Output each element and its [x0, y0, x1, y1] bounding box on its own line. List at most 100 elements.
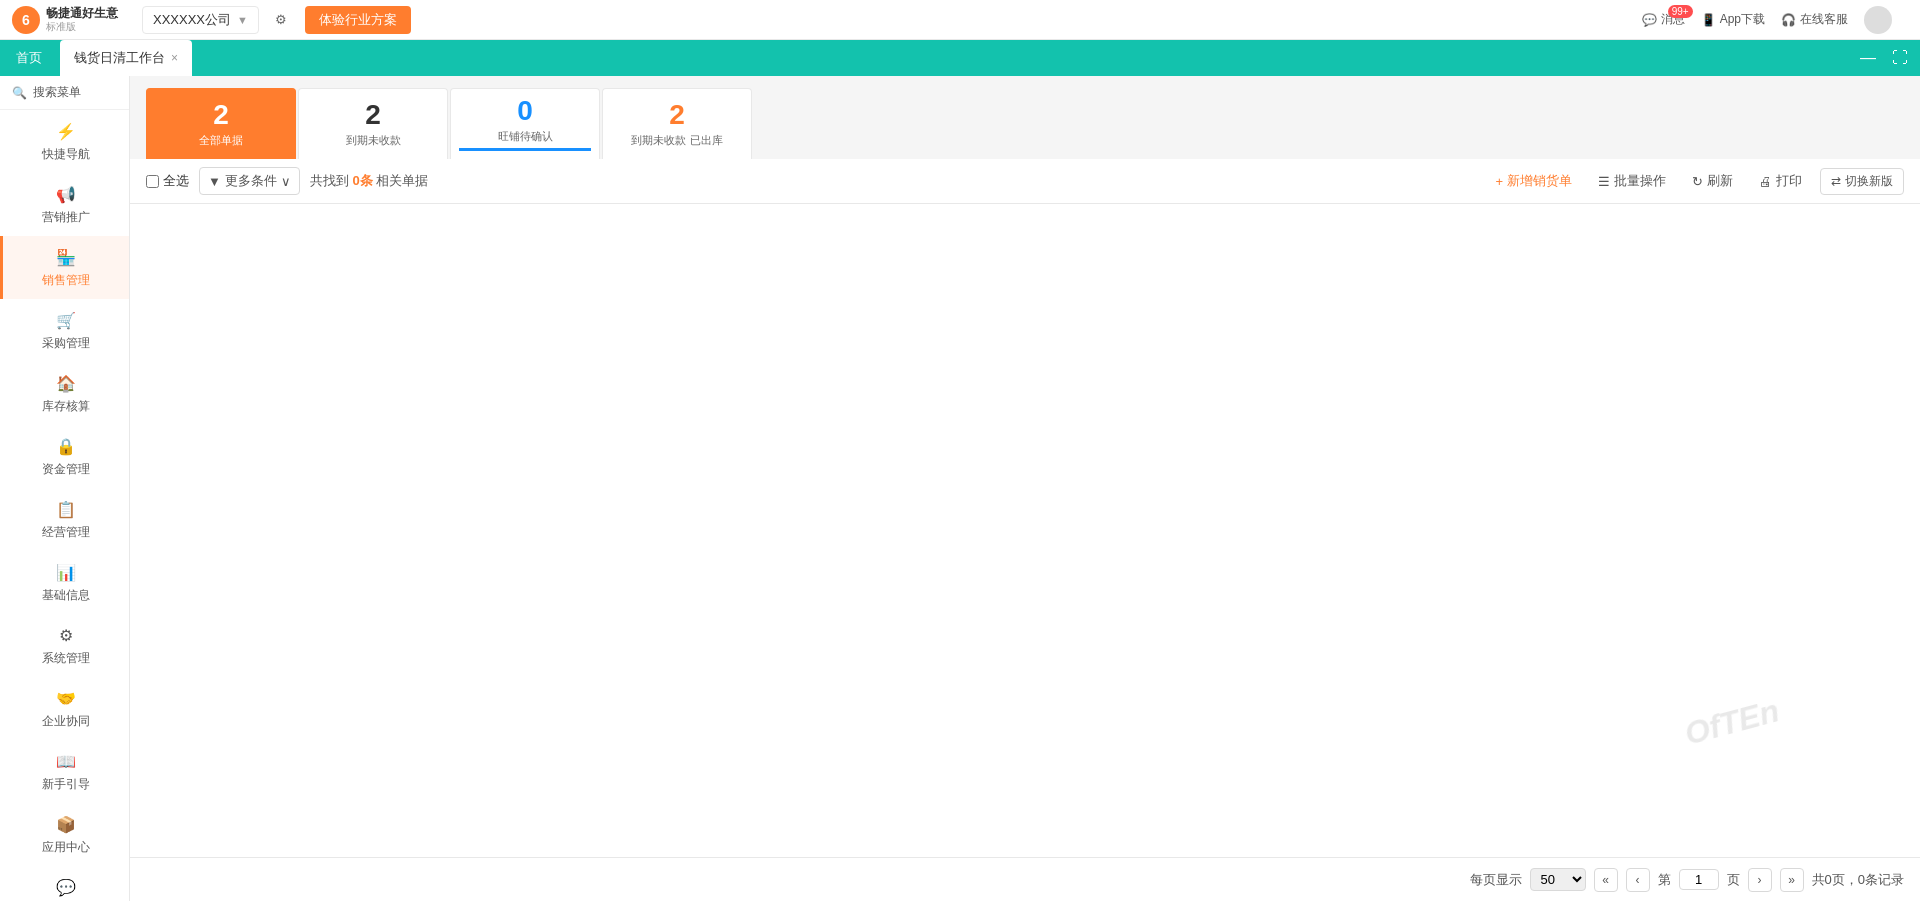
print-icon: 🖨: [1759, 174, 1772, 189]
sidebar-item-enterprise[interactable]: 🤝 企业协同: [0, 677, 129, 740]
logo-subtitle: 标准版: [46, 21, 118, 33]
first-page-btn[interactable]: «: [1594, 868, 1618, 892]
switch-label: 切换新版: [1845, 173, 1893, 190]
batch-icon: ☰: [1598, 174, 1610, 189]
settings-icon[interactable]: ⚙: [267, 6, 295, 34]
batch-label: 批量操作: [1614, 172, 1666, 190]
toolbar: 全选 ▼ 更多条件 ∨ 共找到 0条 相关单据 + 新增销货单: [130, 159, 1920, 204]
new-sale-btn[interactable]: + 新增销货单: [1487, 168, 1580, 194]
filter-icon: ▼: [208, 174, 221, 189]
avatar[interactable]: [1864, 6, 1892, 34]
sidebar-item-business[interactable]: 📋 经营管理: [0, 488, 129, 551]
found-text: 共找到 0条 相关单据: [310, 172, 428, 190]
app-download-label: App下载: [1720, 11, 1765, 28]
online-service-label: 在线客服: [1800, 11, 1848, 28]
tab-bar-right: — ⛶: [1856, 46, 1920, 70]
tab-home[interactable]: 首页: [0, 40, 58, 76]
sidebar-label-system: 系统管理: [42, 650, 90, 667]
stat-label-overdue-out: 到期未收款 已出库: [631, 133, 722, 148]
search-label: 搜索菜单: [33, 84, 81, 101]
wechat-icon: 💬: [55, 876, 77, 898]
logo-icon: 6: [12, 6, 40, 34]
sidebar: 🔍 搜索菜单 ⚡ 快捷导航 📢 营销推广 🏪 销售管理 🛒 采购管理 🏠 库存核…: [0, 76, 130, 901]
total-info: 共0页，0条记录: [1812, 871, 1904, 889]
di-word: 第: [1658, 871, 1671, 889]
toolbar-left: 全选 ▼ 更多条件 ∨ 共找到 0条 相关单据: [146, 167, 428, 195]
next-page-btn[interactable]: ›: [1748, 868, 1772, 892]
sidebar-label-basic-info: 基础信息: [42, 587, 90, 604]
quick-nav-icon: ⚡: [55, 120, 77, 142]
select-all-label: 全选: [163, 172, 189, 190]
batch-btn[interactable]: ☰ 批量操作: [1590, 168, 1674, 194]
sidebar-item-guide[interactable]: 📖 新手引导: [0, 740, 129, 803]
stats-tabs: 2 全部单据 2 到期未收款 0 旺铺待确认 2 到期未收款 已出库: [130, 76, 1920, 159]
sidebar-item-inventory[interactable]: 🏠 库存核算: [0, 362, 129, 425]
found-prefix: 共找到: [310, 173, 349, 188]
tab-maximize-icon[interactable]: ⛶: [1888, 46, 1912, 70]
stat-num-overdue: 2: [365, 101, 381, 129]
basic-info-icon: 📊: [55, 561, 77, 583]
switch-new-btn[interactable]: ⇄ 切换新版: [1820, 168, 1904, 195]
print-btn[interactable]: 🖨 打印: [1751, 168, 1810, 194]
tab-minimize-icon[interactable]: —: [1856, 46, 1880, 70]
stat-tab-overdue-out[interactable]: 2 到期未收款 已出库: [602, 88, 752, 159]
messages-item[interactable]: 💬 消息 99+: [1642, 11, 1685, 28]
stat-tab-overdue[interactable]: 2 到期未收款: [298, 88, 448, 159]
company-selector[interactable]: XXXXXX公司 ▼: [142, 6, 259, 34]
business-icon: 📋: [55, 498, 77, 520]
stat-tab-all[interactable]: 2 全部单据: [146, 88, 296, 159]
tab-active-label: 钱货日清工作台: [74, 49, 165, 67]
tab-active[interactable]: 钱货日清工作台 ×: [60, 40, 192, 76]
main-layout: 🔍 搜索菜单 ⚡ 快捷导航 📢 营销推广 🏪 销售管理 🛒 采购管理 🏠 库存核…: [0, 76, 1920, 901]
filter-button[interactable]: ▼ 更多条件 ∨: [199, 167, 300, 195]
new-sale-icon: +: [1495, 174, 1503, 189]
sidebar-item-purchase[interactable]: 🛒 采购管理: [0, 299, 129, 362]
sidebar-item-funds[interactable]: 🔒 资金管理: [0, 425, 129, 488]
page-number-input[interactable]: [1679, 869, 1719, 890]
sidebar-label-sales: 销售管理: [42, 272, 90, 289]
sidebar-item-system[interactable]: ⚙ 系统管理: [0, 614, 129, 677]
marketing-icon: 📢: [55, 183, 77, 205]
sidebar-item-app-center[interactable]: 📦 应用中心: [0, 803, 129, 866]
search-icon: 🔍: [12, 86, 27, 100]
stat-label-all: 全部单据: [199, 133, 243, 148]
refresh-icon: ↻: [1692, 174, 1703, 189]
refresh-btn[interactable]: ↻ 刷新: [1684, 168, 1741, 194]
sidebar-search[interactable]: 🔍 搜索菜单: [0, 76, 129, 110]
app-download-item[interactable]: 📱 App下载: [1701, 11, 1765, 28]
enterprise-icon: 🤝: [55, 687, 77, 709]
funds-icon: 🔒: [55, 435, 77, 457]
select-all-checkbox[interactable]: 全选: [146, 172, 189, 190]
select-all-input[interactable]: [146, 175, 159, 188]
sidebar-item-marketing[interactable]: 📢 营销推广: [0, 173, 129, 236]
guide-icon: 📖: [55, 750, 77, 772]
sidebar-label-marketing: 营销推广: [42, 209, 90, 226]
sidebar-item-wechat[interactable]: 💬 企业微信: [0, 866, 129, 901]
last-page-btn[interactable]: »: [1780, 868, 1804, 892]
filter-label: 更多条件: [225, 172, 277, 190]
switch-icon: ⇄: [1831, 174, 1841, 188]
tab-bar: 首页 钱货日清工作台 × — ⛶: [0, 40, 1920, 76]
company-dropdown-arrow: ▼: [237, 14, 248, 26]
prev-page-btn[interactable]: ‹: [1626, 868, 1650, 892]
online-service-item[interactable]: 🎧 在线客服: [1781, 11, 1848, 28]
sidebar-label-enterprise: 企业协同: [42, 713, 90, 730]
tab-close-icon[interactable]: ×: [171, 51, 178, 65]
stat-tab-pending[interactable]: 0 旺铺待确认: [450, 88, 600, 159]
page-size-select[interactable]: 50 20 100: [1530, 868, 1586, 891]
filter-dropdown-icon: ∨: [281, 174, 291, 189]
sidebar-item-quick-nav[interactable]: ⚡ 快捷导航: [0, 110, 129, 173]
inventory-icon: 🏠: [55, 372, 77, 394]
sidebar-item-sales[interactable]: 🏪 销售管理: [0, 236, 129, 299]
trial-button[interactable]: 体验行业方案: [305, 6, 411, 34]
stat-tab-underline: [459, 148, 591, 151]
sidebar-item-basic-info[interactable]: 📊 基础信息: [0, 551, 129, 614]
table-area: [130, 204, 1920, 857]
page-size-label: 每页显示: [1470, 871, 1522, 889]
message-icon: 💬: [1642, 13, 1657, 27]
system-icon: ⚙: [55, 624, 77, 646]
toolbar-right: + 新增销货单 ☰ 批量操作 ↻ 刷新 🖨 打印 ⇄ 切换新版: [1487, 168, 1904, 195]
sidebar-label-inventory: 库存核算: [42, 398, 90, 415]
message-badge: 99+: [1668, 5, 1693, 18]
sidebar-label-funds: 资金管理: [42, 461, 90, 478]
